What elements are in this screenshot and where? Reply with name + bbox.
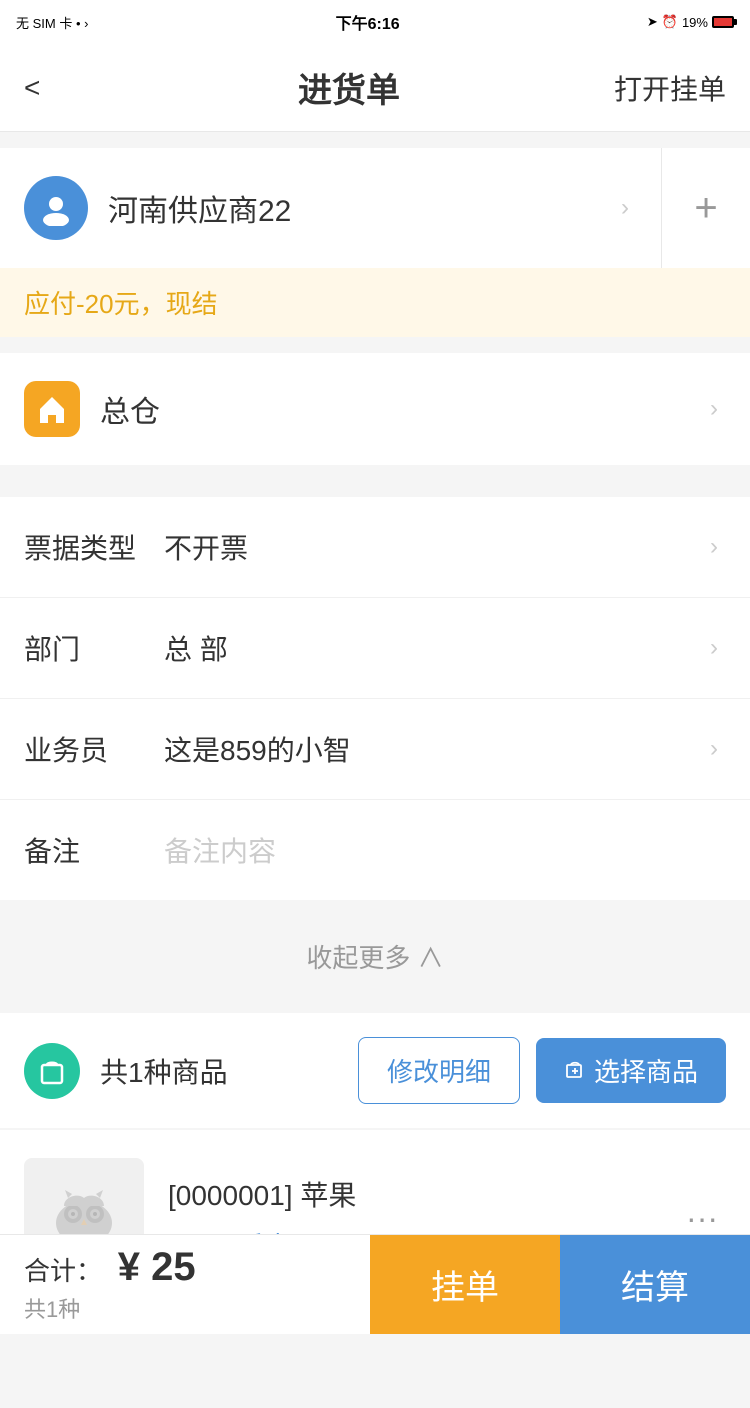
supplier-section: 河南供应商22 › + — [0, 148, 750, 268]
checkout-button[interactable]: 结算 — [560, 1235, 750, 1334]
department-value: 总 部 — [164, 628, 710, 668]
total-label: 合计： — [24, 1256, 102, 1286]
select-product-button[interactable]: 选择商品 — [536, 1038, 726, 1103]
product-toolbar: 共1种商品 修改明细 选择商品 — [0, 1013, 750, 1128]
ticket-type-row[interactable]: 票据类型 不开票 › — [0, 497, 750, 598]
notice-banner: 应付-20元，现结 — [0, 268, 750, 337]
supplier-name: 河南供应商22 — [108, 186, 621, 230]
product-count-icon — [24, 1043, 80, 1099]
supplier-avatar — [24, 176, 88, 240]
page-title: 进货单 — [298, 63, 400, 112]
alarm-icon: ⏰ — [662, 14, 678, 30]
status-bar-time: 下午6:16 — [336, 10, 400, 34]
chevron-right-icon: › — [621, 194, 629, 222]
home-icon — [36, 393, 68, 425]
status-bar-left: 无 SIM 卡 • › — [16, 13, 88, 32]
chevron-right-icon: › — [710, 735, 718, 763]
chevron-right-icon: › — [710, 634, 718, 662]
total-section: 合计： ¥ 25 共1种 — [0, 1245, 370, 1324]
ticket-type-label: 票据类型 — [24, 527, 164, 567]
total-sub: 共1种 — [24, 1292, 346, 1324]
warehouse-selector[interactable]: 总仓 › — [0, 353, 750, 465]
edit-detail-button[interactable]: 修改明细 — [358, 1037, 520, 1104]
salesperson-label: 业务员 — [24, 729, 164, 769]
department-label: 部门 — [24, 628, 164, 668]
supplier-selector[interactable]: 河南供应商22 › — [0, 148, 661, 268]
status-bar: 无 SIM 卡 • › 下午6:16 ➤ ⏰ 19% — [0, 0, 750, 44]
product-name: [0000001] 苹果 — [168, 1174, 678, 1214]
salesperson-value: 这是859的小智 — [164, 729, 710, 769]
ticket-type-value: 不开票 — [164, 527, 710, 567]
battery-percentage: 19% — [682, 15, 708, 30]
remark-input[interactable]: 备注内容 — [164, 830, 726, 870]
divider-2 — [0, 481, 750, 497]
warehouse-name: 总仓 — [100, 387, 710, 431]
remark-label: 备注 — [24, 830, 164, 870]
add-button[interactable]: + — [662, 148, 750, 268]
department-row[interactable]: 部门 总 部 › — [0, 598, 750, 699]
form-section: 票据类型 不开票 › 部门 总 部 › 业务员 这是859的小智 › 备注 备注… — [0, 497, 750, 900]
salesperson-row[interactable]: 业务员 这是859的小智 › — [0, 699, 750, 800]
battery-icon — [712, 16, 734, 28]
cart-icon — [564, 1060, 586, 1082]
back-button[interactable]: < — [24, 72, 84, 104]
bottom-bar: 合计： ¥ 25 共1种 挂单 结算 — [0, 1234, 750, 1334]
collapse-button[interactable]: 收起更多 ∧ — [0, 916, 750, 997]
chevron-right-icon: › — [710, 533, 718, 561]
remark-row[interactable]: 备注 备注内容 — [0, 800, 750, 900]
location-icon: ➤ — [647, 14, 658, 30]
warehouse-icon — [24, 381, 80, 437]
nav-bar: < 进货单 打开挂单 — [0, 44, 750, 132]
notice-text: 应付-20元，现结 — [24, 289, 218, 319]
user-icon — [38, 190, 74, 226]
chevron-right-icon: › — [710, 395, 718, 423]
open-pending-button[interactable]: 打开挂单 — [614, 68, 726, 108]
status-bar-right: ➤ ⏰ 19% — [647, 14, 734, 30]
divider-1 — [0, 132, 750, 148]
suspend-button[interactable]: 挂单 — [370, 1235, 560, 1334]
total-line: 合计： ¥ 25 — [24, 1245, 346, 1290]
select-product-label: 选择商品 — [594, 1052, 698, 1089]
total-amount: ¥ 25 — [118, 1245, 196, 1289]
bag-icon — [36, 1055, 68, 1087]
product-count-text: 共1种商品 — [100, 1051, 358, 1091]
